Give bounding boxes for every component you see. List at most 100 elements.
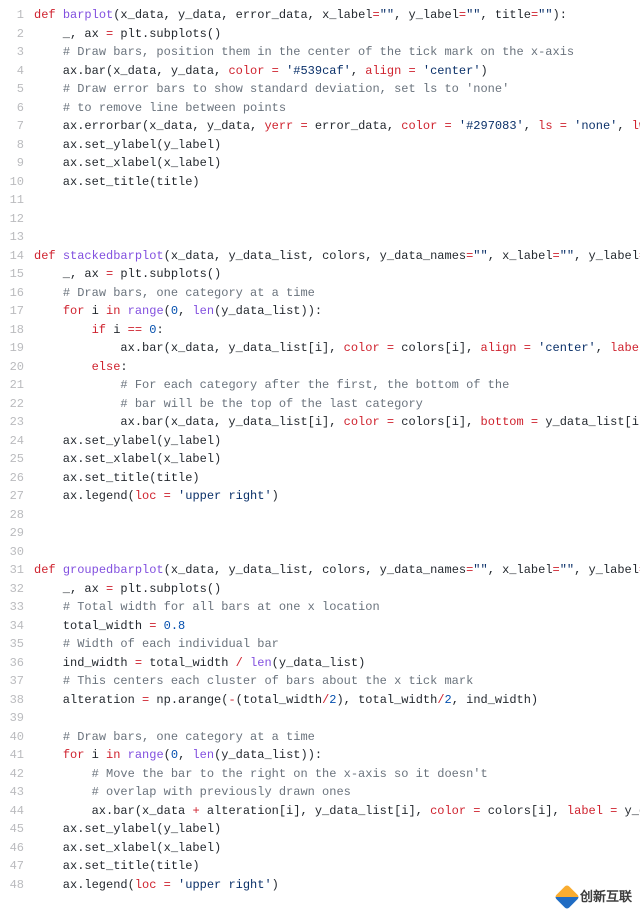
line-number: 21	[0, 376, 24, 395]
code-line: ind_width = total_width / len(y_data_lis…	[34, 654, 640, 673]
code-line: if i == 0:	[34, 321, 640, 340]
code-line: # bar will be the top of the last catego…	[34, 395, 640, 414]
code-line: ax.errorbar(x_data, y_data, yerr = error…	[34, 117, 640, 136]
code-line: ax.bar(x_data, y_data_list[i], color = c…	[34, 339, 640, 358]
code-line: alteration = np.arange(-(total_width/2),…	[34, 691, 640, 710]
line-number: 39	[0, 709, 24, 728]
code-line: ax.set_title(title)	[34, 173, 640, 192]
line-number: 42	[0, 765, 24, 784]
code-line: # to remove line between points	[34, 99, 640, 118]
line-number: 24	[0, 432, 24, 451]
line-number: 3	[0, 43, 24, 62]
line-number: 37	[0, 672, 24, 691]
line-number: 13	[0, 228, 24, 247]
code-line: ax.set_ylabel(y_label)	[34, 432, 640, 451]
code-line: _, ax = plt.subplots()	[34, 265, 640, 284]
line-number: 43	[0, 783, 24, 802]
code-line: _, ax = plt.subplots()	[34, 25, 640, 44]
line-number: 34	[0, 617, 24, 636]
code-line: ax.bar(x_data + alteration[i], y_data_li…	[34, 802, 640, 821]
watermark-logo-icon	[554, 884, 579, 909]
code-line: # Draw bars, one category at a time	[34, 728, 640, 747]
watermark-text: 创新互联	[580, 888, 632, 906]
line-number: 15	[0, 265, 24, 284]
line-number: 26	[0, 469, 24, 488]
code-line: # Total width for all bars at one x loca…	[34, 598, 640, 617]
line-number: 22	[0, 395, 24, 414]
code-line: for i in range(0, len(y_data_list)):	[34, 746, 640, 765]
code-line	[34, 228, 640, 247]
code-line	[34, 709, 640, 728]
line-number: 20	[0, 358, 24, 377]
code-line: ax.set_xlabel(x_label)	[34, 450, 640, 469]
code-line: total_width = 0.8	[34, 617, 640, 636]
code-line: ax.set_ylabel(y_label)	[34, 136, 640, 155]
code-line: ax.set_xlabel(x_label)	[34, 154, 640, 173]
line-number: 11	[0, 191, 24, 210]
line-number: 2	[0, 25, 24, 44]
code-line: # Draw bars, position them in the center…	[34, 43, 640, 62]
code-line	[34, 543, 640, 562]
code-line: # Width of each individual bar	[34, 635, 640, 654]
code-line: ax.bar(x_data, y_data_list[i], color = c…	[34, 413, 640, 432]
line-number: 32	[0, 580, 24, 599]
line-number: 6	[0, 99, 24, 118]
code-line: ax.legend(loc = 'upper right')	[34, 487, 640, 506]
line-number: 25	[0, 450, 24, 469]
line-number: 45	[0, 820, 24, 839]
line-number: 27	[0, 487, 24, 506]
code-line	[34, 506, 640, 525]
line-number: 44	[0, 802, 24, 821]
code-line	[34, 191, 640, 210]
line-number: 41	[0, 746, 24, 765]
code-line: ax.set_title(title)	[34, 857, 640, 876]
line-number: 14	[0, 247, 24, 266]
line-number: 29	[0, 524, 24, 543]
code-body[interactable]: def barplot(x_data, y_data, error_data, …	[34, 6, 640, 894]
line-number: 33	[0, 598, 24, 617]
line-number: 31	[0, 561, 24, 580]
line-number: 36	[0, 654, 24, 673]
line-number: 4	[0, 62, 24, 81]
line-number: 46	[0, 839, 24, 858]
line-number-gutter: 1234567891011121314151617181920212223242…	[0, 6, 34, 894]
watermark: 创新互联	[558, 888, 632, 906]
line-number: 40	[0, 728, 24, 747]
line-number: 30	[0, 543, 24, 562]
code-line: else:	[34, 358, 640, 377]
line-number: 1	[0, 6, 24, 25]
line-number: 47	[0, 857, 24, 876]
code-line	[34, 210, 640, 229]
line-number: 9	[0, 154, 24, 173]
line-number: 35	[0, 635, 24, 654]
line-number: 12	[0, 210, 24, 229]
line-number: 38	[0, 691, 24, 710]
line-number: 17	[0, 302, 24, 321]
line-number: 5	[0, 80, 24, 99]
line-number: 8	[0, 136, 24, 155]
code-line: # Draw error bars to show standard devia…	[34, 80, 640, 99]
line-number: 48	[0, 876, 24, 895]
code-line: # Draw bars, one category at a time	[34, 284, 640, 303]
code-line: ax.set_xlabel(x_label)	[34, 839, 640, 858]
line-number: 16	[0, 284, 24, 303]
code-line	[34, 524, 640, 543]
code-line: for i in range(0, len(y_data_list)):	[34, 302, 640, 321]
code-line: def groupedbarplot(x_data, y_data_list, …	[34, 561, 640, 580]
code-line: # This centers each cluster of bars abou…	[34, 672, 640, 691]
line-number: 10	[0, 173, 24, 192]
line-number: 19	[0, 339, 24, 358]
code-line: _, ax = plt.subplots()	[34, 580, 640, 599]
code-line: ax.set_ylabel(y_label)	[34, 820, 640, 839]
code-line: # For each category after the first, the…	[34, 376, 640, 395]
line-number: 23	[0, 413, 24, 432]
code-listing: 1234567891011121314151617181920212223242…	[0, 0, 640, 894]
code-line: ax.set_title(title)	[34, 469, 640, 488]
line-number: 18	[0, 321, 24, 340]
code-line: ax.legend(loc = 'upper right')	[34, 876, 640, 895]
code-line: def barplot(x_data, y_data, error_data, …	[34, 6, 640, 25]
line-number: 28	[0, 506, 24, 525]
code-line: # overlap with previously drawn ones	[34, 783, 640, 802]
code-line: def stackedbarplot(x_data, y_data_list, …	[34, 247, 640, 266]
line-number: 7	[0, 117, 24, 136]
